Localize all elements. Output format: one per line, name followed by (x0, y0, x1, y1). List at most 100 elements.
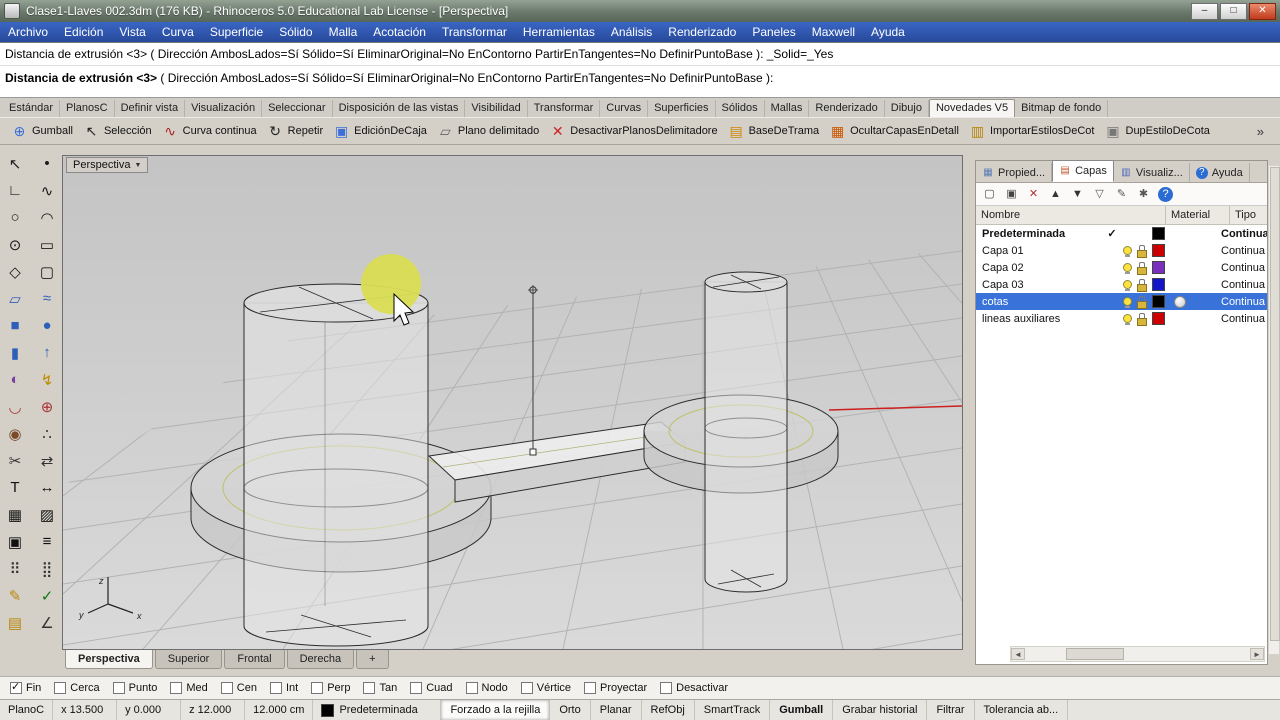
layer-color-swatch[interactable] (1152, 261, 1165, 274)
delete-layer-icon[interactable]: ✕ (1026, 187, 1041, 202)
osnap-option[interactable]: Int (269, 682, 298, 694)
layer-lock-icon[interactable] (1134, 293, 1148, 310)
tab-ayuda[interactable]: ? Ayuda (1190, 163, 1250, 182)
osnap-option[interactable]: Nodo (465, 682, 508, 694)
toolbar-overflow-chevron[interactable]: » (1257, 124, 1274, 139)
menu-item[interactable]: Transformar (434, 22, 515, 42)
text-icon[interactable]: T (2, 475, 28, 500)
toolbar-tab[interactable]: Definir vista (115, 100, 186, 117)
layer-visibility-bulb-icon[interactable] (1120, 225, 1134, 242)
layer-color-swatch[interactable] (1152, 295, 1165, 308)
panel-horizontal-scrollbar[interactable]: ◄ ► (1010, 646, 1265, 662)
cplane-button[interactable]: PlanoC (0, 700, 54, 720)
layer-name[interactable]: Capa 02 (976, 262, 1104, 274)
layer-material-sphere-icon[interactable] (1169, 293, 1219, 310)
layer-linetype[interactable]: Continua (1219, 279, 1267, 291)
osnap-option[interactable]: Cerca (54, 682, 100, 694)
curve-icon[interactable]: ∿ (34, 178, 60, 203)
scrollbar-track[interactable] (1025, 648, 1250, 660)
tab-capas[interactable]: ▤ Capas (1052, 160, 1114, 182)
toolbar-item[interactable]: ⊕ Gumball (6, 118, 78, 144)
polygon-icon[interactable]: ◇ (2, 259, 28, 284)
osnap-option[interactable]: Cen (220, 682, 257, 694)
toolbar-tab[interactable]: Visibilidad (465, 100, 528, 117)
new-layer-icon[interactable]: ▢ (982, 187, 997, 202)
layer-name[interactable]: Predeterminada (976, 228, 1104, 240)
move-down-icon[interactable]: ▼ (1070, 187, 1085, 202)
sphere-icon[interactable]: ● (34, 313, 60, 338)
scroll-right-arrow-icon[interactable]: ► (1250, 648, 1264, 660)
toolbar-item[interactable]: ▤ BaseDeTrama (723, 118, 825, 144)
viewport-title[interactable]: Perspectiva ▼ (66, 157, 149, 173)
statusbar-toggle[interactable]: Filtrar (927, 700, 975, 720)
osnap-checkbox[interactable] (54, 682, 67, 694)
toolbar-item[interactable]: ▣ EdiciónDeCaja (328, 118, 432, 144)
box-icon[interactable]: ■ (2, 313, 28, 338)
menu-item[interactable]: Análisis (603, 22, 660, 42)
rectangle-icon[interactable]: ▭ (34, 232, 60, 257)
menu-item[interactable]: Acotación (365, 22, 434, 42)
menu-item[interactable]: Vista (111, 22, 153, 42)
toolbar-tab[interactable]: Visualización (185, 100, 263, 117)
column-header-material[interactable]: Material (1166, 206, 1230, 224)
menu-item[interactable]: Renderizado (660, 22, 744, 42)
tab-propiedades[interactable]: ▦ Propied... (976, 163, 1053, 182)
match-layer-icon[interactable]: ✎ (1114, 187, 1129, 202)
viewport-tab[interactable]: Superior (154, 650, 223, 669)
toolbar-item[interactable]: ▣ DupEstiloDeCota (1100, 118, 1215, 144)
layer-name[interactable]: lineas auxiliares (976, 313, 1104, 325)
layer-tools-icon[interactable]: ✱ (1136, 187, 1151, 202)
menu-item[interactable]: Ayuda (863, 22, 913, 42)
osnap-option[interactable]: Vértice (520, 682, 571, 694)
axis-icon[interactable]: ⊕ (34, 394, 60, 419)
ellipse-icon[interactable]: ⊙ (2, 232, 28, 257)
layer-row[interactable]: cotas ✓ Continua (976, 293, 1267, 310)
layer-lock-icon[interactable] (1134, 225, 1148, 242)
trim-icon[interactable]: ✂ (2, 448, 28, 473)
material-swatch-icon[interactable]: ▤ (2, 610, 28, 635)
viewport-tab[interactable]: Frontal (224, 650, 285, 669)
fillet-icon[interactable]: ◡ (2, 394, 28, 419)
command-prompt-line[interactable]: Distancia de extrusión <3> ( Dirección A… (0, 66, 1280, 90)
vertical-scrollbar-thumb[interactable] (1270, 167, 1280, 641)
osnap-checkbox[interactable] (112, 682, 125, 694)
toolbar-item[interactable]: ∿ Curva continua (157, 118, 262, 144)
layer-color-swatch[interactable] (1152, 312, 1165, 325)
statusbar-toggle[interactable]: Orto (550, 700, 591, 720)
toolbar-tab[interactable]: Dibujo (885, 100, 929, 117)
layer-visibility-bulb-icon[interactable] (1120, 293, 1134, 310)
osnap-option[interactable]: Punto (112, 682, 157, 694)
osnap-checkbox[interactable] (465, 682, 478, 694)
osnap-option[interactable]: Fin (10, 680, 41, 694)
layer-row[interactable]: Predeterminada ✓ Continua (976, 225, 1267, 242)
maximize-button[interactable]: □ (1220, 2, 1247, 20)
osnap-checkbox[interactable] (410, 682, 423, 694)
column-header-nombre[interactable]: Nombre (976, 206, 1166, 224)
statusbar-toggle[interactable]: SmartTrack (695, 700, 771, 720)
osnap-checkbox[interactable] (363, 682, 376, 694)
rounded-rectangle-icon[interactable]: ▢ (34, 259, 60, 284)
layer-linetype[interactable]: Continua (1219, 228, 1267, 240)
menu-item[interactable]: Curva (154, 22, 202, 42)
viewport-tab[interactable]: + (356, 650, 389, 669)
loft-icon[interactable]: ≈ (34, 286, 60, 311)
grid-snap-icon[interactable]: ⠿ (2, 556, 28, 581)
viewport-tab[interactable]: Derecha (286, 650, 355, 669)
layer-linetype[interactable]: Continua (1219, 245, 1267, 257)
toolbar-tab[interactable]: Transformar (528, 100, 601, 117)
angle-icon[interactable]: ∠ (34, 610, 60, 635)
filter-icon[interactable]: ▽ (1092, 187, 1107, 202)
osnap-checkbox[interactable] (269, 682, 282, 694)
toolbar-item[interactable]: ▦ OcultarCapasEnDetall (824, 118, 964, 144)
move-up-icon[interactable]: ▲ (1048, 187, 1063, 202)
layer-visibility-bulb-icon[interactable] (1120, 259, 1134, 276)
layer-row[interactable]: Capa 03 ✓ Continua (976, 276, 1267, 293)
osnap-option[interactable]: Proyectar (584, 682, 647, 694)
toolbar-item[interactable]: ↖ Selección (78, 118, 157, 144)
menu-item[interactable]: Herramientas (515, 22, 603, 42)
menu-item[interactable]: Maxwell (804, 22, 863, 42)
layer-lock-icon[interactable] (1134, 276, 1148, 293)
menu-item[interactable]: Archivo (0, 22, 56, 42)
extrude-icon[interactable]: ↑ (34, 340, 60, 365)
layer-name[interactable]: Capa 03 (976, 279, 1104, 291)
